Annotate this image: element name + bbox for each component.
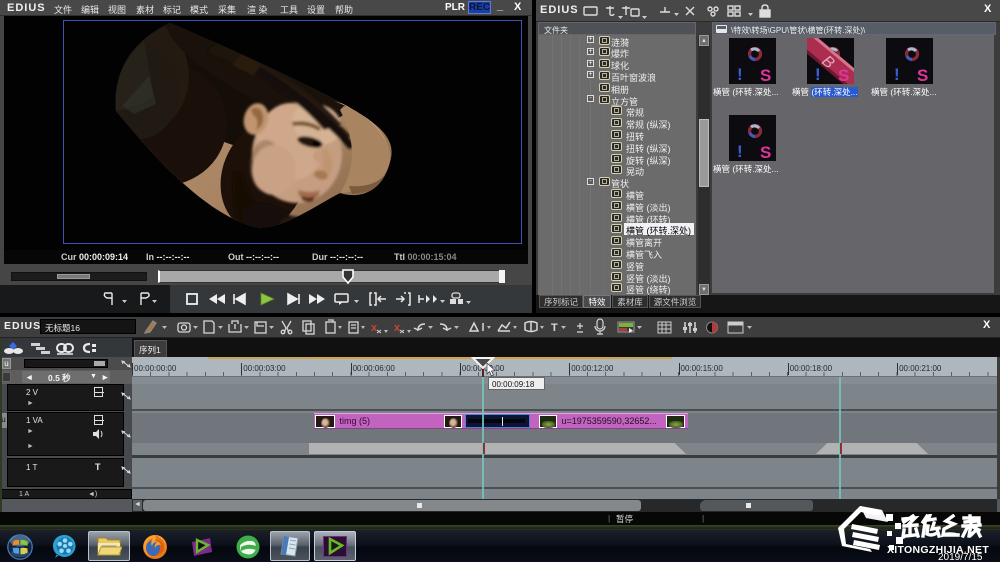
- svg-text:!: !: [815, 65, 821, 84]
- svg-text:T: T: [551, 322, 558, 334]
- svg-text:x: x: [371, 322, 378, 334]
- svg-text:!: !: [737, 142, 743, 161]
- svg-text:x: x: [394, 322, 401, 334]
- svg-text:!: !: [737, 65, 743, 84]
- svg-text:!: !: [894, 65, 900, 84]
- svg-text:S: S: [917, 66, 928, 84]
- svg-text:S: S: [760, 143, 771, 161]
- svg-text:S: S: [760, 66, 771, 84]
- svg-text:S: S: [838, 66, 849, 84]
